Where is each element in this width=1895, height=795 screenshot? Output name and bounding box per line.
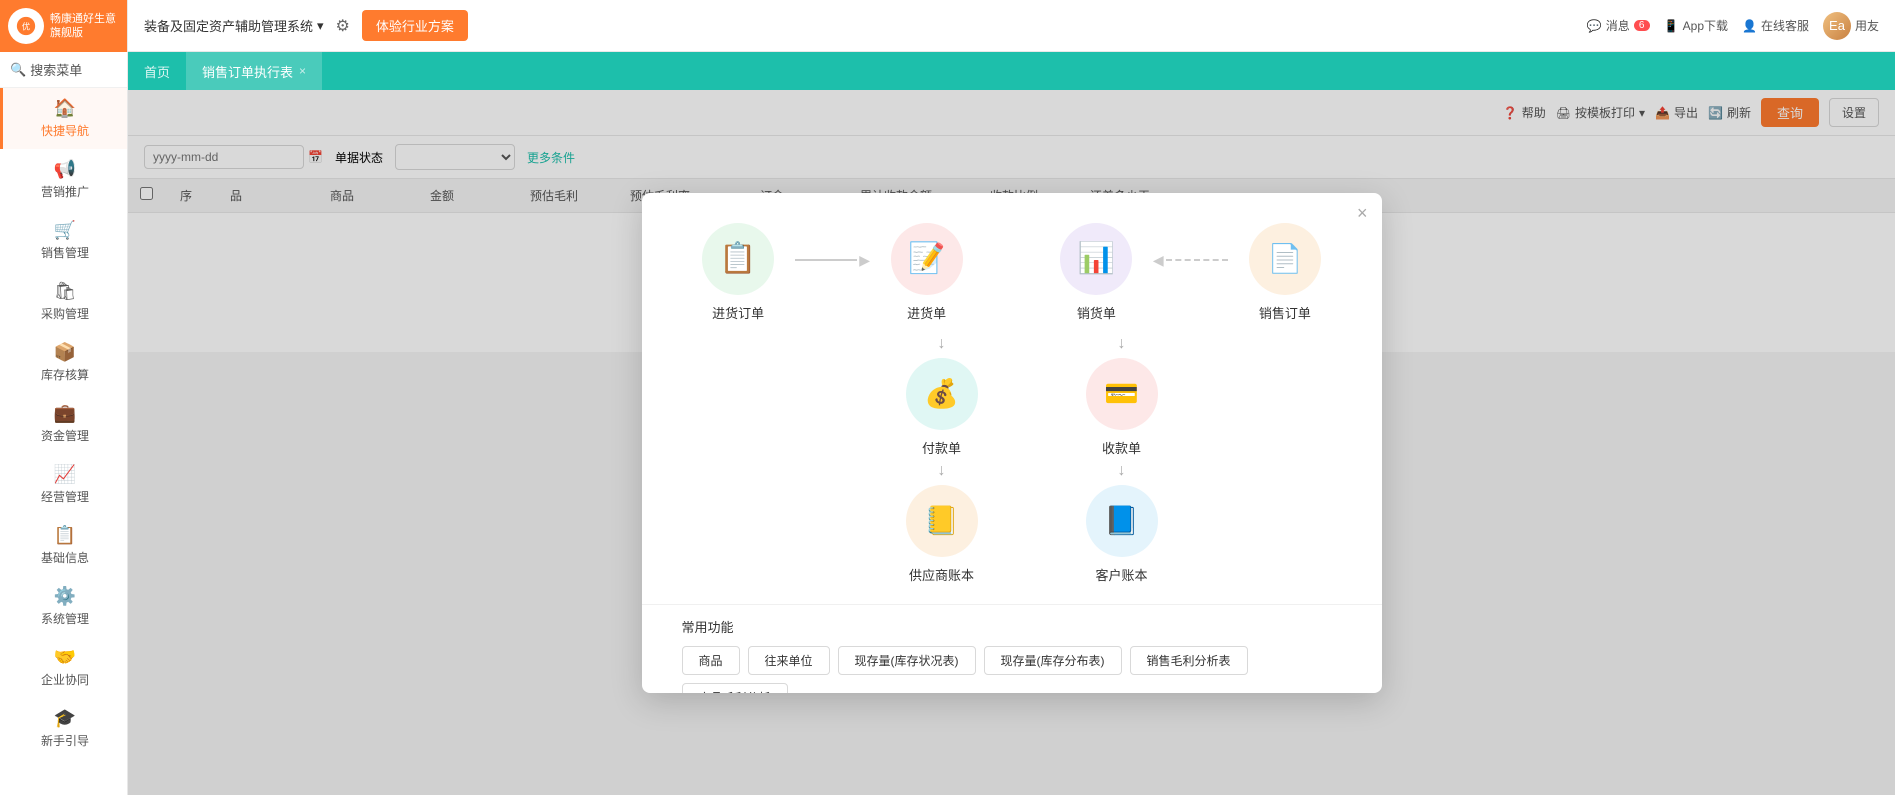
purchase-icon: 🛍 [54, 281, 77, 302]
search-menu[interactable]: 🔍 搜索菜单 [0, 52, 127, 88]
gongyingshang-label: 供应商账本 [909, 565, 974, 584]
xiaohuo-circle: 📊 [1060, 223, 1132, 295]
search-icon: 🔍 [10, 62, 26, 78]
fukuan-circle: 💰 [906, 358, 978, 430]
popup-close-button[interactable]: × [1357, 203, 1368, 224]
arrow-down-gongyingshang: ↓ [938, 457, 946, 485]
page-content: ❓ 帮助 🖨 按模板打印 ▾ 📤 导出 🔄 刷新 查询 设置 [128, 90, 1895, 795]
flow-node-jinhuo-dan[interactable]: 📝 进货单 [870, 223, 983, 322]
xiaoshou-order-label: 销售订单 [1259, 303, 1311, 322]
flow-mid-section: ↓ 💰 付款单 ↓ 📒 供应商账本 [682, 330, 1342, 584]
jinhuo-dan-label: 进货单 [907, 303, 946, 322]
xiaohuo-label: 销货单 [1077, 303, 1116, 322]
user-menu[interactable]: Ea 用友 [1823, 12, 1879, 40]
avatar: Ea [1823, 12, 1851, 40]
topbar-right: 💬 消息 6 📱 App下载 👤 在线客服 Ea 用友 [1587, 12, 1879, 40]
sidebar-logo: 优 畅康通好生意 旗舰版 [0, 0, 127, 52]
marketing-icon: 📢 [54, 159, 76, 180]
system-selector[interactable]: 装备及固定资产辅助管理系统 ▾ [144, 16, 324, 35]
tabbar: 首页 销售订单执行表 × [128, 52, 1895, 90]
flow-top-row: 📋 进货订单 ▶ 📝 进货单 [682, 223, 1342, 322]
cf-btn-inventory-distribution[interactable]: 现存量(库存分布表) [984, 646, 1122, 675]
topbar: 装备及固定资产辅助管理系统 ▾ ⚙ 体验行业方案 💬 消息 6 📱 App下载 … [128, 0, 1895, 52]
finance-icon: 💼 [54, 403, 76, 424]
arrow-down-shoukuan: ↓ [1118, 330, 1126, 358]
kehu-label: 客户账本 [1095, 565, 1147, 584]
jinhuo-order-circle: 📋 [702, 223, 774, 295]
cf-buttons-row1: 商品 往来单位 现存量(库存状况表) 现存量(库存分布表) 销售毛利分析表 商品… [682, 646, 1342, 693]
xiaoshou-order-circle: 📄 [1249, 223, 1321, 295]
service-icon: 👤 [1742, 19, 1757, 33]
sidebar-item-basic-info[interactable]: 📋 基础信息 [0, 515, 127, 576]
enterprise-icon: 🤝 [54, 647, 76, 668]
tab-sales-order-execution[interactable]: 销售订单执行表 × [186, 52, 322, 90]
logo-icon: 优 [8, 8, 44, 44]
message-button[interactable]: 💬 消息 6 [1587, 17, 1650, 34]
chevron-down-icon: ▾ [317, 18, 324, 34]
flow-node-kehu[interactable]: 📘 客户账本 [1062, 485, 1182, 584]
cf-title: 常用功能 [682, 617, 1342, 636]
sidebar-item-enterprise[interactable]: 🤝 企业协同 [0, 637, 127, 698]
flow-node-gongyingshang[interactable]: 📒 供应商账本 [882, 485, 1002, 584]
sidebar-item-marketing[interactable]: 📢 营销推广 [0, 149, 127, 210]
arrow-xiaoshou: ◀ [1153, 252, 1228, 269]
inventory-icon: 📦 [54, 342, 76, 363]
arrow-down-kehu: ↓ [1118, 457, 1126, 485]
flow-node-xiaoshou-order[interactable]: 📄 销售订单 [1228, 223, 1341, 322]
sidebar: 优 畅康通好生意 旗舰版 🔍 搜索菜单 🏠 快捷导航 📢 营销推广 🛒 销售管理… [0, 0, 128, 795]
arrow-down-fukuan: ↓ [938, 330, 946, 358]
basic-info-icon: 📋 [54, 525, 76, 546]
cf-btn-inventory-status[interactable]: 现存量(库存状况表) [838, 646, 976, 675]
tab-home[interactable]: 首页 [128, 52, 186, 90]
sidebar-item-system[interactable]: ⚙️ 系统管理 [0, 576, 127, 637]
sidebar-item-inventory[interactable]: 📦 库存核算 [0, 332, 127, 393]
online-service-button[interactable]: 👤 在线客服 [1742, 17, 1809, 34]
flow-popup: × 📋 进货订单 ▶ [642, 193, 1382, 693]
sidebar-item-quick-nav[interactable]: 🏠 快捷导航 [0, 88, 127, 149]
sales-icon: 🛒 [54, 220, 76, 241]
sidebar-item-operations[interactable]: 📈 经营管理 [0, 454, 127, 515]
tab-label: 销售订单执行表 [202, 62, 293, 81]
shoukuan-label: 收款单 [1102, 438, 1141, 457]
app-download-button[interactable]: 📱 App下载 [1664, 17, 1728, 34]
message-icon: 💬 [1587, 19, 1602, 33]
fukuan-label: 付款单 [922, 438, 961, 457]
operations-icon: 📈 [54, 464, 76, 485]
shoukuan-circle: 💳 [1086, 358, 1158, 430]
common-functions: 常用功能 商品 往来单位 现存量(库存状况表) 现存量(库存分布表) 销售毛利分… [642, 604, 1382, 693]
arrow-jinhuo: ▶ [795, 252, 870, 269]
home-tab-label: 首页 [144, 62, 170, 81]
kehu-circle: 📘 [1086, 485, 1158, 557]
message-badge: 6 [1634, 20, 1650, 31]
flow-node-xiaohuo[interactable]: 📊 销货单 [1040, 223, 1153, 322]
main-area: 装备及固定资产辅助管理系统 ▾ ⚙ 体验行业方案 💬 消息 6 📱 App下载 … [128, 0, 1895, 795]
flow-diagram: 📋 进货订单 ▶ 📝 进货单 [642, 193, 1382, 604]
download-icon: 📱 [1664, 19, 1679, 33]
jinhuo-dan-circle: 📝 [891, 223, 963, 295]
sidebar-item-newbie[interactable]: 🎓 新手引导 [0, 698, 127, 759]
svg-text:优: 优 [22, 22, 30, 32]
cf-btn-product-profit[interactable]: 商品毛利分析 [682, 683, 788, 693]
jinhuo-order-label: 进货订单 [712, 303, 764, 322]
cf-btn-products[interactable]: 商品 [682, 646, 740, 675]
gongyingshang-circle: 📒 [906, 485, 978, 557]
sidebar-item-purchase[interactable]: 🛍 采购管理 [0, 271, 127, 332]
system-icon: ⚙️ [54, 586, 76, 607]
home-icon: 🏠 [54, 98, 76, 119]
flow-node-jinhuo-order[interactable]: 📋 进货订单 [682, 223, 795, 322]
tab-close-icon[interactable]: × [299, 64, 306, 78]
topbar-settings-icon[interactable]: ⚙ [336, 16, 350, 36]
flow-node-fukuan[interactable]: 💰 付款单 [882, 358, 1002, 457]
newbie-icon: 🎓 [54, 708, 76, 729]
cf-btn-partners[interactable]: 往来单位 [748, 646, 830, 675]
sidebar-nav: 🏠 快捷导航 📢 营销推广 🛒 销售管理 🛍 采购管理 📦 库存核算 💼 资金管… [0, 88, 127, 795]
logo-text: 畅康通好生意 旗舰版 [50, 12, 116, 41]
sidebar-item-finance[interactable]: 💼 资金管理 [0, 393, 127, 454]
flow-node-shoukuan[interactable]: 💳 收款单 [1062, 358, 1182, 457]
cf-btn-sales-profit-analysis[interactable]: 销售毛利分析表 [1130, 646, 1248, 675]
experience-button[interactable]: 体验行业方案 [362, 10, 468, 41]
sidebar-item-sales[interactable]: 🛒 销售管理 [0, 210, 127, 271]
